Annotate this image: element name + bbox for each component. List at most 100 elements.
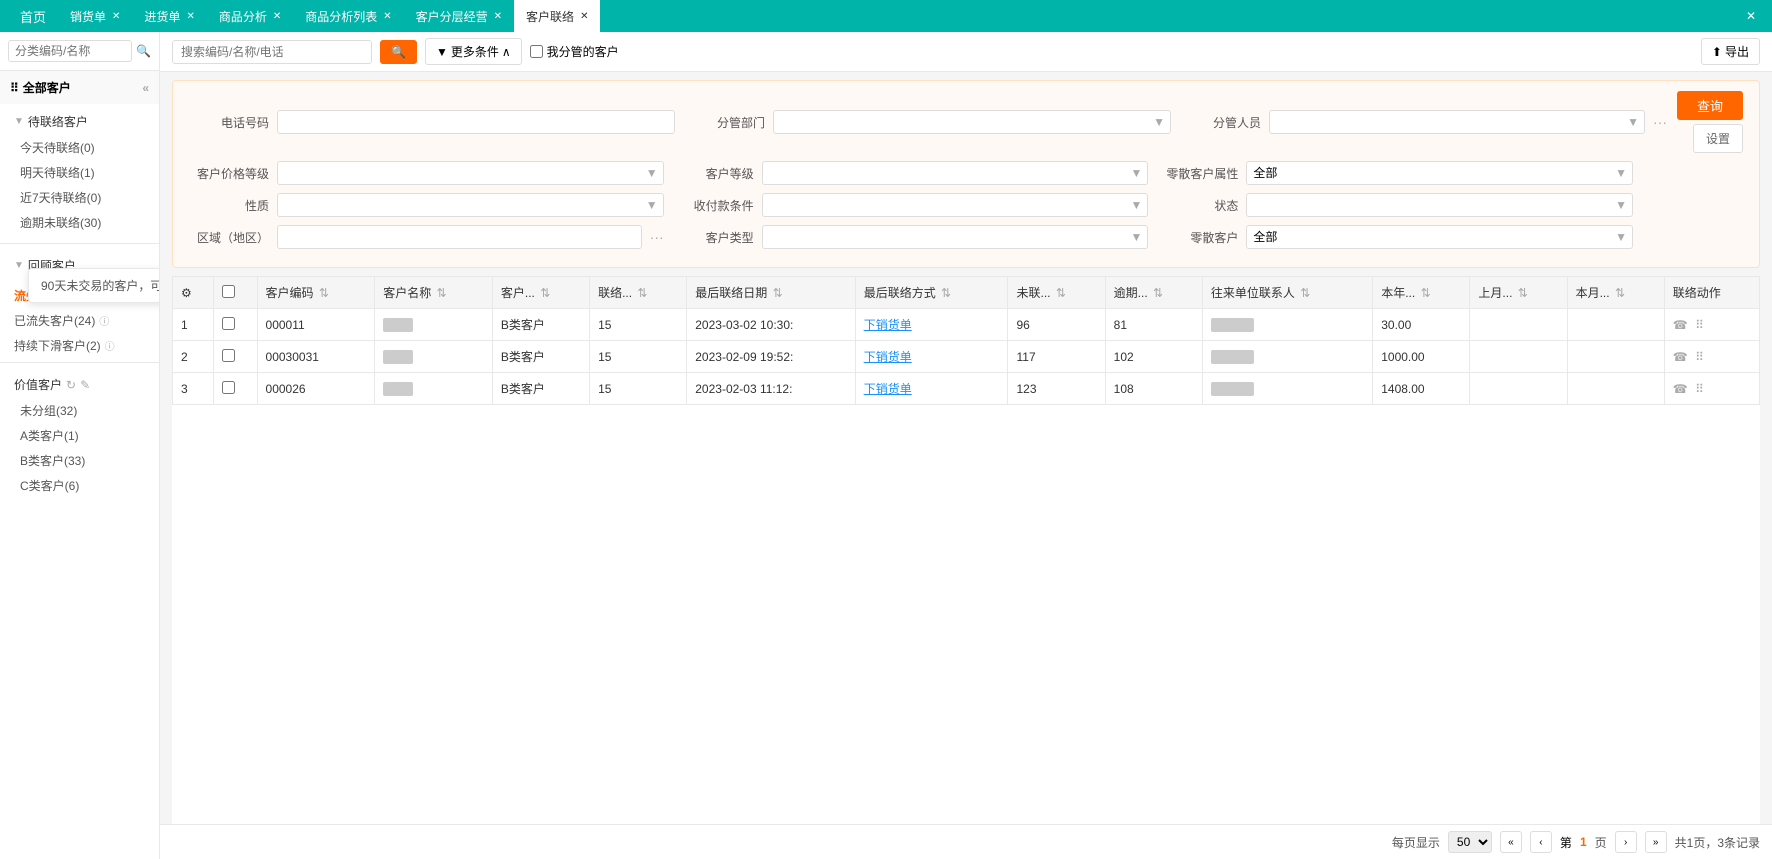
first-page-button[interactable]: « <box>1500 831 1522 853</box>
page-label-pre: 第 <box>1560 834 1572 851</box>
sidebar-item-overdue[interactable]: 逾期未联络(30) <box>0 210 159 235</box>
sidebar-item-type-b[interactable]: B类客户(33) <box>0 448 159 473</box>
phone-input[interactable] <box>277 110 675 134</box>
last-month-col-header[interactable]: 上月... ⇅ <box>1470 277 1567 309</box>
close-tab-analysis[interactable]: ✕ <box>273 11 281 22</box>
manager-label: 分管人员 <box>1181 114 1261 131</box>
edit-icon[interactable]: ✎ <box>80 378 90 392</box>
row3-uncontacted: 123 <box>1008 373 1105 405</box>
page-size-select[interactable]: 50 <box>1448 831 1492 853</box>
scattered-customer-select[interactable]: 全部 <box>1246 225 1633 249</box>
filter-field-payment: 收付款条件 ▼ <box>674 193 1149 217</box>
sidebar-item-7days[interactable]: 近7天待联络(0) <box>0 185 159 210</box>
person-col-header[interactable]: 往来单位联系人 ⇅ <box>1202 277 1372 309</box>
prev-page-button[interactable]: ‹ <box>1530 831 1552 853</box>
name-col-header[interactable]: 客户名称 ⇅ <box>375 277 493 309</box>
sidebar-all-customers[interactable]: ⠿ 全部客户 « <box>0 71 159 104</box>
nav-tab-sales[interactable]: 销货单 ✕ <box>58 0 132 32</box>
row1-more-icon[interactable]: ⠿ <box>1695 318 1704 332</box>
row3-call-icon[interactable]: ☎ <box>1673 382 1688 396</box>
search-input[interactable] <box>172 40 372 64</box>
more-icon-manager[interactable]: ··· <box>1653 114 1667 130</box>
collapse-icon[interactable]: « <box>142 81 149 95</box>
payment-select[interactable] <box>762 193 1149 217</box>
query-button[interactable]: 查询 <box>1677 91 1743 120</box>
close-tab-purchase[interactable]: ✕ <box>186 11 194 22</box>
table-footer: 每页显示 50 « ‹ 第 1 页 › » 共1页，3条记录 <box>160 824 1772 859</box>
scattered-attr-select[interactable]: 全部 <box>1246 161 1633 185</box>
row1-call-icon[interactable]: ☎ <box>1673 318 1688 332</box>
nav-tab-purchase[interactable]: 进货单 ✕ <box>132 0 206 32</box>
region-input[interactable] <box>277 225 642 249</box>
nature-select[interactable] <box>277 193 664 217</box>
overdue-col-header[interactable]: 逾期... ⇅ <box>1105 277 1202 309</box>
uncontacted-col-header[interactable]: 未联... ⇅ <box>1008 277 1105 309</box>
close-tab-sales[interactable]: ✕ <box>112 11 120 22</box>
more-icon-region[interactable]: ··· <box>650 229 664 245</box>
row3-check[interactable] <box>222 381 235 394</box>
close-tab-customer-layer[interactable]: ✕ <box>494 11 502 22</box>
export-icon: ⬆ <box>1712 45 1722 59</box>
customer-level-select[interactable] <box>762 161 1149 185</box>
row1-method-link[interactable]: 下销货单 <box>864 318 912 332</box>
row1-check[interactable] <box>222 317 235 330</box>
last-method-col-header[interactable]: 最后联络方式 ⇅ <box>855 277 1008 309</box>
row3-index: 3 <box>173 373 214 405</box>
row2-method-link[interactable]: 下销货单 <box>864 350 912 364</box>
row2-check[interactable] <box>222 349 235 362</box>
arrow-icon: ▼ <box>14 116 24 127</box>
row2-more-icon[interactable]: ⠿ <box>1695 350 1704 364</box>
row2-call-icon[interactable]: ☎ <box>1673 350 1688 364</box>
sidebar-pending-header[interactable]: ▼ 待联络客户 <box>0 108 159 135</box>
refresh-icon[interactable]: ↻ <box>66 378 76 392</box>
data-table-container: ⚙ 客户编码 ⇅ 客户名称 ⇅ 客户... ⇅ 联络... ⇅ 最后联络日期 ⇅… <box>172 276 1760 824</box>
customer-type-select[interactable] <box>762 225 1149 249</box>
next-page-button[interactable]: › <box>1615 831 1637 853</box>
nav-tab-customer-layer[interactable]: 客户分层经营 ✕ <box>404 0 514 32</box>
my-customers-check[interactable] <box>530 45 543 58</box>
my-customers-checkbox[interactable]: 我分管的客户 <box>530 43 619 60</box>
settings-col-header[interactable]: ⚙ <box>173 277 214 309</box>
select-all-checkbox[interactable] <box>222 285 235 298</box>
last-page-button[interactable]: » <box>1645 831 1667 853</box>
nav-tab-customer-contact[interactable]: 客户联络 ✕ <box>514 0 600 32</box>
sidebar-search-icon[interactable]: 🔍 <box>136 44 151 58</box>
nav-tab-analysis-list[interactable]: 商品分析列表 ✕ <box>293 0 403 32</box>
sidebar-item-type-c[interactable]: C类客户(6) <box>0 473 159 498</box>
close-tab-customer-contact[interactable]: ✕ <box>580 11 588 22</box>
search-button[interactable]: 🔍 <box>380 40 417 64</box>
code-col-header[interactable]: 客户编码 ⇅ <box>257 277 375 309</box>
close-all-tabs[interactable]: ✕ <box>1738 9 1764 23</box>
per-page-label: 每页显示 <box>1392 834 1440 851</box>
sidebar-search-input[interactable] <box>8 40 132 62</box>
this-month-col-header[interactable]: 本月... ⇅ <box>1567 277 1664 309</box>
row3-more-icon[interactable]: ⠿ <box>1695 382 1704 396</box>
status-select[interactable] <box>1246 193 1633 217</box>
row3-name-blurred <box>383 382 413 396</box>
sidebar-item-ungrouped[interactable]: 未分组(32) <box>0 398 159 423</box>
sidebar-item-declining[interactable]: 持续下滑客户(2) ⓘ <box>0 333 159 358</box>
sidebar-item-churned[interactable]: 已流失客户(24) ⓘ <box>0 308 159 333</box>
contact-col-header[interactable]: 联络... ⇅ <box>590 277 687 309</box>
manager-select[interactable] <box>1269 110 1645 134</box>
type-col-header[interactable]: 客户... ⇅ <box>492 277 589 309</box>
row3-this-year: 1408.00 <box>1373 373 1470 405</box>
price-level-select[interactable] <box>277 161 664 185</box>
this-year-col-header[interactable]: 本年... ⇅ <box>1373 277 1470 309</box>
nav-tab-analysis[interactable]: 商品分析 ✕ <box>207 0 293 32</box>
row3-method-link[interactable]: 下销货单 <box>864 382 912 396</box>
sidebar-value-header[interactable]: 价值客户 ↻ ✎ <box>0 371 159 398</box>
sidebar-item-type-a[interactable]: A类客户(1) <box>0 423 159 448</box>
close-tab-analysis-list[interactable]: ✕ <box>383 11 391 22</box>
status-label: 状态 <box>1158 197 1238 214</box>
sidebar-item-tomorrow[interactable]: 明天待联络(1) <box>0 160 159 185</box>
filter-field-scattered-customer: 零散客户 全部 ▼ <box>1158 225 1633 249</box>
settings-button[interactable]: 设置 <box>1693 124 1743 153</box>
nav-home[interactable]: 首页 <box>8 1 58 32</box>
dept-select[interactable] <box>773 110 1171 134</box>
sidebar-item-today[interactable]: 今天待联络(0) <box>0 135 159 160</box>
last-date-col-header[interactable]: 最后联络日期 ⇅ <box>687 277 855 309</box>
more-conditions-button[interactable]: ▼ 更多条件 ∧ <box>425 38 522 65</box>
arrow-icon-2: ▼ <box>14 260 24 271</box>
export-button[interactable]: ⬆ 导出 <box>1701 38 1760 65</box>
